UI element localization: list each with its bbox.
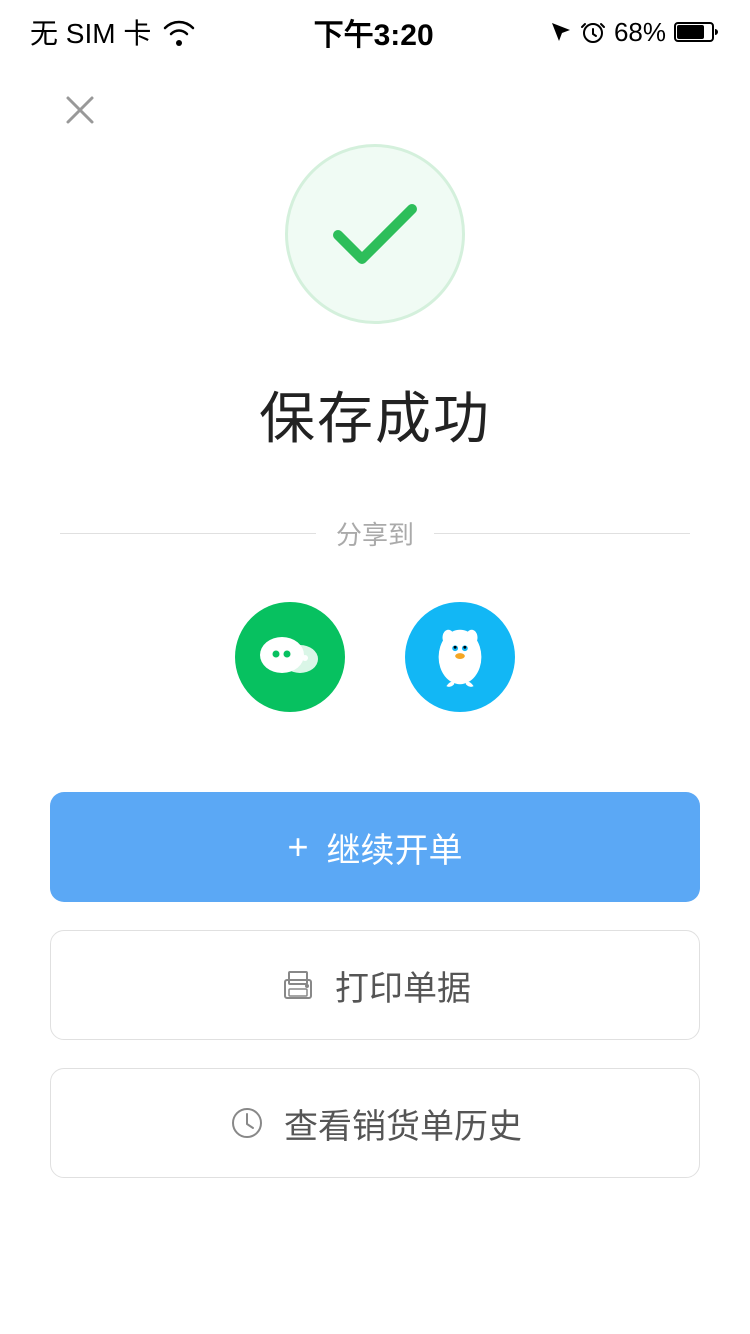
continue-button[interactable]: + 继续开单 <box>50 792 700 902</box>
qq-share-button[interactable] <box>405 602 515 712</box>
close-icon <box>62 92 98 128</box>
wechat-share-button[interactable] <box>235 602 345 712</box>
wifi-icon <box>161 18 197 46</box>
main-content: 保存成功 分享到 <box>0 64 750 1178</box>
qq-icon <box>428 622 492 692</box>
status-bar: 无 SIM 卡 下午3:20 68% <box>0 0 750 64</box>
close-button[interactable] <box>50 80 110 140</box>
history-icon <box>228 1104 266 1142</box>
success-title: 保存成功 <box>259 374 491 455</box>
sim-text: 无 SIM 卡 <box>30 12 151 52</box>
alarm-icon <box>580 19 606 45</box>
location-icon <box>550 21 572 43</box>
status-left: 无 SIM 卡 <box>30 12 197 52</box>
share-row <box>235 602 515 712</box>
wechat-icon <box>256 627 324 687</box>
print-icon <box>279 966 317 1004</box>
share-divider: 分享到 <box>0 515 750 552</box>
buttons-section: + 继续开单 打印单据 查看销货单历史 <box>0 792 750 1178</box>
continue-icon: + <box>287 826 308 868</box>
divider-line-left <box>60 533 316 534</box>
print-button[interactable]: 打印单据 <box>50 930 700 1040</box>
history-label: 查看销货单历史 <box>284 1099 522 1148</box>
divider-line-right <box>434 533 690 534</box>
checkmark-icon <box>330 199 420 269</box>
battery-percent: 68% <box>614 17 666 48</box>
success-circle <box>285 144 465 324</box>
print-label: 打印单据 <box>335 961 471 1010</box>
continue-label: 继续开单 <box>327 823 463 872</box>
status-right: 68% <box>550 17 720 48</box>
status-time: 下午3:20 <box>314 10 434 54</box>
history-button[interactable]: 查看销货单历史 <box>50 1068 700 1178</box>
battery-icon <box>674 20 720 44</box>
share-label: 分享到 <box>316 515 434 552</box>
